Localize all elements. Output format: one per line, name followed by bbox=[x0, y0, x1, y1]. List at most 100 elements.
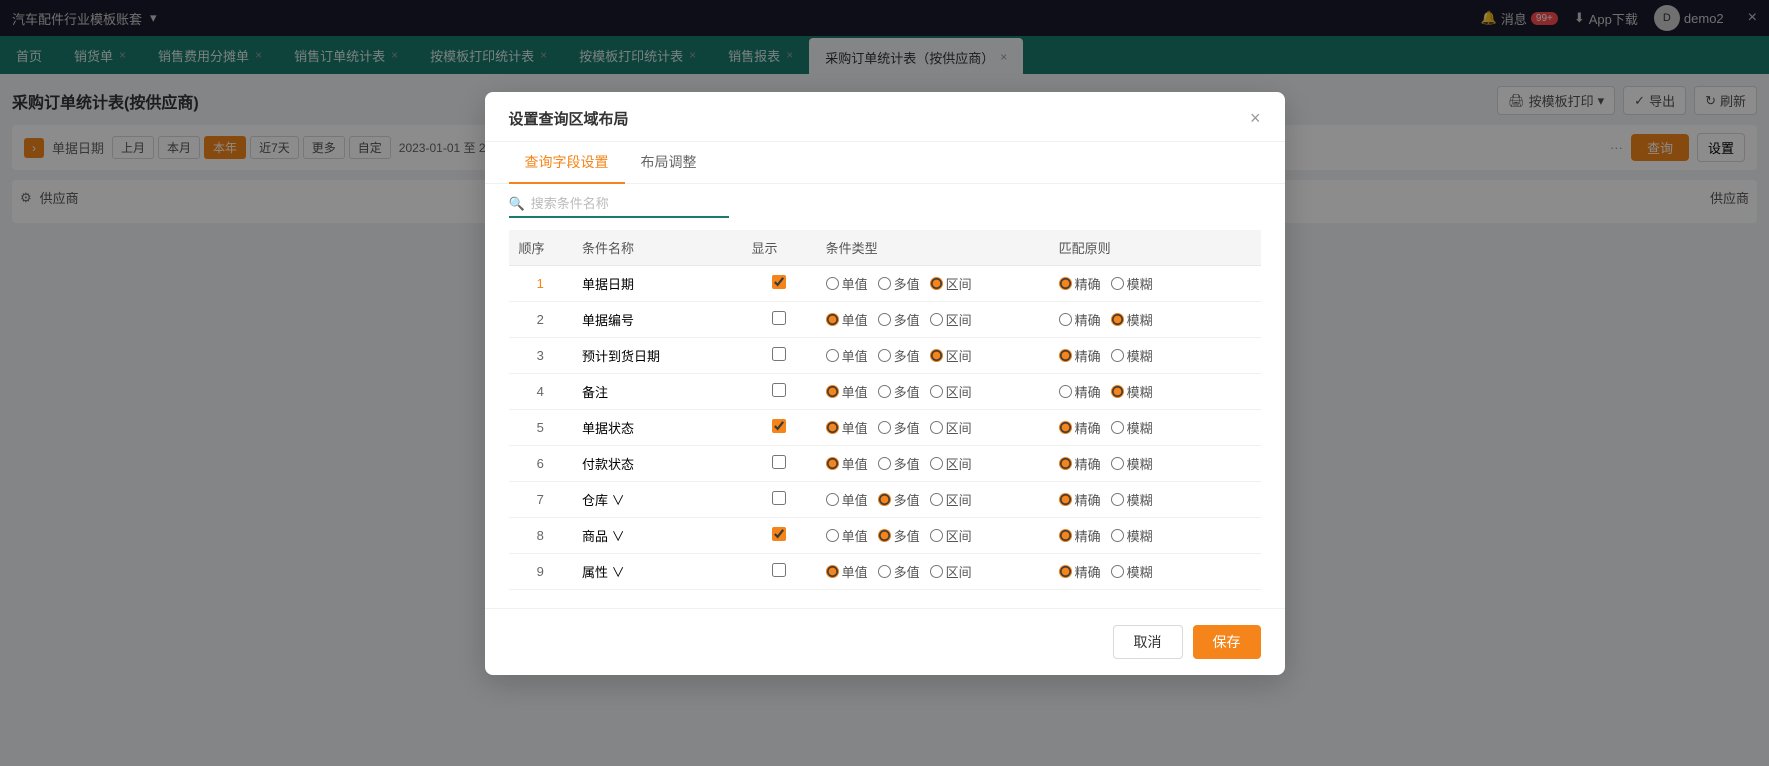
row-order: 7 bbox=[509, 481, 573, 517]
row-order: 4 bbox=[509, 373, 573, 409]
row-name: 单据编号 bbox=[572, 301, 741, 337]
modal-table-container: 顺序 条件名称 显示 条件类型 匹配原则 1 单据日期 bbox=[485, 218, 1285, 608]
row-name: 付款状态 bbox=[572, 445, 741, 481]
row-type-options: 单值 多值 区间 bbox=[816, 517, 1049, 553]
modal-table-body: 1 单据日期 单值 多值 区间 精确 模糊 bbox=[509, 266, 1261, 596]
row-display-checkbox[interactable] bbox=[742, 481, 816, 517]
match-radio-精确[interactable]: 精确 bbox=[1059, 310, 1101, 329]
modal-table-scroll: 1 单据日期 单值 多值 区间 精确 模糊 bbox=[509, 266, 1261, 596]
modal-close-btn[interactable]: × bbox=[1250, 108, 1261, 129]
type-radio-多值[interactable]: 多值 bbox=[878, 274, 920, 293]
row-type-options: 单值 多值 区间 bbox=[816, 553, 1049, 589]
match-radio-精确[interactable]: 精确 bbox=[1059, 274, 1101, 293]
row-name: 预计到货日期 bbox=[572, 337, 741, 373]
row-display-checkbox[interactable] bbox=[742, 409, 816, 445]
row-name: 仓库 ∨ bbox=[572, 481, 741, 517]
type-radio-区间[interactable]: 区间 bbox=[930, 274, 972, 293]
match-radio-精确[interactable]: 精确 bbox=[1059, 562, 1101, 581]
row-order: 5 bbox=[509, 409, 573, 445]
modal-tabs: 查询字段设置 布局调整 bbox=[485, 142, 1285, 184]
type-radio-单值[interactable]: 单值 bbox=[826, 382, 868, 401]
match-radio-模糊[interactable]: 模糊 bbox=[1111, 490, 1153, 509]
table-row: 5 单据状态 单值 多值 区间 精确 模糊 bbox=[509, 409, 1261, 445]
type-radio-多值[interactable]: 多值 bbox=[878, 454, 920, 473]
row-match-options: 精确 模糊 bbox=[1049, 337, 1261, 373]
match-radio-精确[interactable]: 精确 bbox=[1059, 346, 1101, 365]
row-display-checkbox[interactable] bbox=[742, 553, 816, 589]
type-radio-区间[interactable]: 区间 bbox=[930, 490, 972, 509]
match-radio-模糊[interactable]: 模糊 bbox=[1111, 418, 1153, 437]
modal-search-area: 🔍 bbox=[485, 184, 1285, 218]
row-order: 2 bbox=[509, 301, 573, 337]
type-radio-单值[interactable]: 单值 bbox=[826, 526, 868, 545]
match-radio-精确[interactable]: 精确 bbox=[1059, 490, 1101, 509]
match-radio-模糊[interactable]: 模糊 bbox=[1111, 382, 1153, 401]
row-match-options: 精确 模糊 bbox=[1049, 481, 1261, 517]
type-radio-单值[interactable]: 单值 bbox=[826, 310, 868, 329]
table-row: 8 商品 ∨ 单值 多值 区间 精确 模糊 bbox=[509, 517, 1261, 553]
search-input[interactable] bbox=[531, 196, 711, 211]
type-radio-单值[interactable]: 单值 bbox=[826, 490, 868, 509]
save-btn[interactable]: 保存 bbox=[1193, 625, 1261, 659]
row-match-options: 精确 模糊 bbox=[1049, 409, 1261, 445]
type-radio-多值[interactable]: 多值 bbox=[878, 418, 920, 437]
row-display-checkbox[interactable] bbox=[742, 337, 816, 373]
match-radio-精确[interactable]: 精确 bbox=[1059, 382, 1101, 401]
th-name: 条件名称 bbox=[572, 230, 741, 266]
type-radio-单值[interactable]: 单值 bbox=[826, 562, 868, 581]
type-radio-多值[interactable]: 多值 bbox=[878, 382, 920, 401]
row-display-checkbox[interactable] bbox=[742, 445, 816, 481]
row-name: 备注 bbox=[572, 373, 741, 409]
type-radio-区间[interactable]: 区间 bbox=[930, 454, 972, 473]
row-type-options: 单值 多值 区间 bbox=[816, 373, 1049, 409]
match-radio-模糊[interactable]: 模糊 bbox=[1111, 274, 1153, 293]
type-radio-多值[interactable]: 多值 bbox=[878, 562, 920, 581]
modal-overlay: 设置查询区域布局 × 查询字段设置 布局调整 🔍 顺序 bbox=[0, 0, 1769, 766]
type-radio-单值[interactable]: 单值 bbox=[826, 274, 868, 293]
match-radio-模糊[interactable]: 模糊 bbox=[1111, 562, 1153, 581]
modal-tab-query-fields[interactable]: 查询字段设置 bbox=[509, 142, 625, 184]
row-match-options: 精确 模糊 bbox=[1049, 517, 1261, 553]
row-order: 1 bbox=[509, 266, 573, 302]
match-radio-模糊[interactable]: 模糊 bbox=[1111, 346, 1153, 365]
cancel-btn[interactable]: 取消 bbox=[1113, 625, 1183, 659]
type-radio-区间[interactable]: 区间 bbox=[930, 382, 972, 401]
match-radio-模糊[interactable]: 模糊 bbox=[1111, 454, 1153, 473]
table-row: 2 单据编号 单值 多值 区间 精确 模糊 bbox=[509, 301, 1261, 337]
modal-tab-layout[interactable]: 布局调整 bbox=[625, 142, 713, 184]
type-radio-多值[interactable]: 多值 bbox=[878, 490, 920, 509]
row-display-checkbox[interactable] bbox=[742, 517, 816, 553]
type-radio-多值[interactable]: 多值 bbox=[878, 526, 920, 545]
row-display-checkbox[interactable] bbox=[742, 266, 816, 302]
type-radio-区间[interactable]: 区间 bbox=[930, 562, 972, 581]
type-radio-单值[interactable]: 单值 bbox=[826, 418, 868, 437]
match-radio-精确[interactable]: 精确 bbox=[1059, 454, 1101, 473]
row-name: 属性 ∨ bbox=[572, 553, 741, 589]
table-row: 9 属性 ∨ 单值 多值 区间 精确 模糊 bbox=[509, 553, 1261, 589]
table-row: 7 仓库 ∨ 单值 多值 区间 精确 模糊 bbox=[509, 481, 1261, 517]
match-radio-精确[interactable]: 精确 bbox=[1059, 526, 1101, 545]
row-display-checkbox[interactable] bbox=[742, 373, 816, 409]
type-radio-区间[interactable]: 区间 bbox=[930, 346, 972, 365]
row-display-checkbox[interactable] bbox=[742, 589, 816, 596]
modal-table: 顺序 条件名称 显示 条件类型 匹配原则 bbox=[509, 230, 1261, 266]
th-type: 条件类型 bbox=[816, 230, 1049, 266]
type-radio-区间[interactable]: 区间 bbox=[930, 310, 972, 329]
row-order: 8 bbox=[509, 517, 573, 553]
row-name: 单据日期 bbox=[572, 266, 741, 302]
type-radio-多值[interactable]: 多值 bbox=[878, 310, 920, 329]
match-radio-模糊[interactable]: 模糊 bbox=[1111, 526, 1153, 545]
type-radio-区间[interactable]: 区间 bbox=[930, 526, 972, 545]
row-match-options: 精确 模糊 bbox=[1049, 266, 1261, 302]
type-radio-单值[interactable]: 单值 bbox=[826, 454, 868, 473]
th-order: 顺序 bbox=[509, 230, 573, 266]
match-radio-模糊[interactable]: 模糊 bbox=[1111, 310, 1153, 329]
type-radio-单值[interactable]: 单值 bbox=[826, 346, 868, 365]
type-radio-区间[interactable]: 区间 bbox=[930, 418, 972, 437]
table-row: 4 备注 单值 多值 区间 精确 模糊 bbox=[509, 373, 1261, 409]
match-radio-精确[interactable]: 精确 bbox=[1059, 418, 1101, 437]
type-radio-多值[interactable]: 多值 bbox=[878, 346, 920, 365]
row-type-options: 单值 多值 区间 bbox=[816, 301, 1049, 337]
row-display-checkbox[interactable] bbox=[742, 301, 816, 337]
row-type-options: 单值 多值 区间 bbox=[816, 481, 1049, 517]
